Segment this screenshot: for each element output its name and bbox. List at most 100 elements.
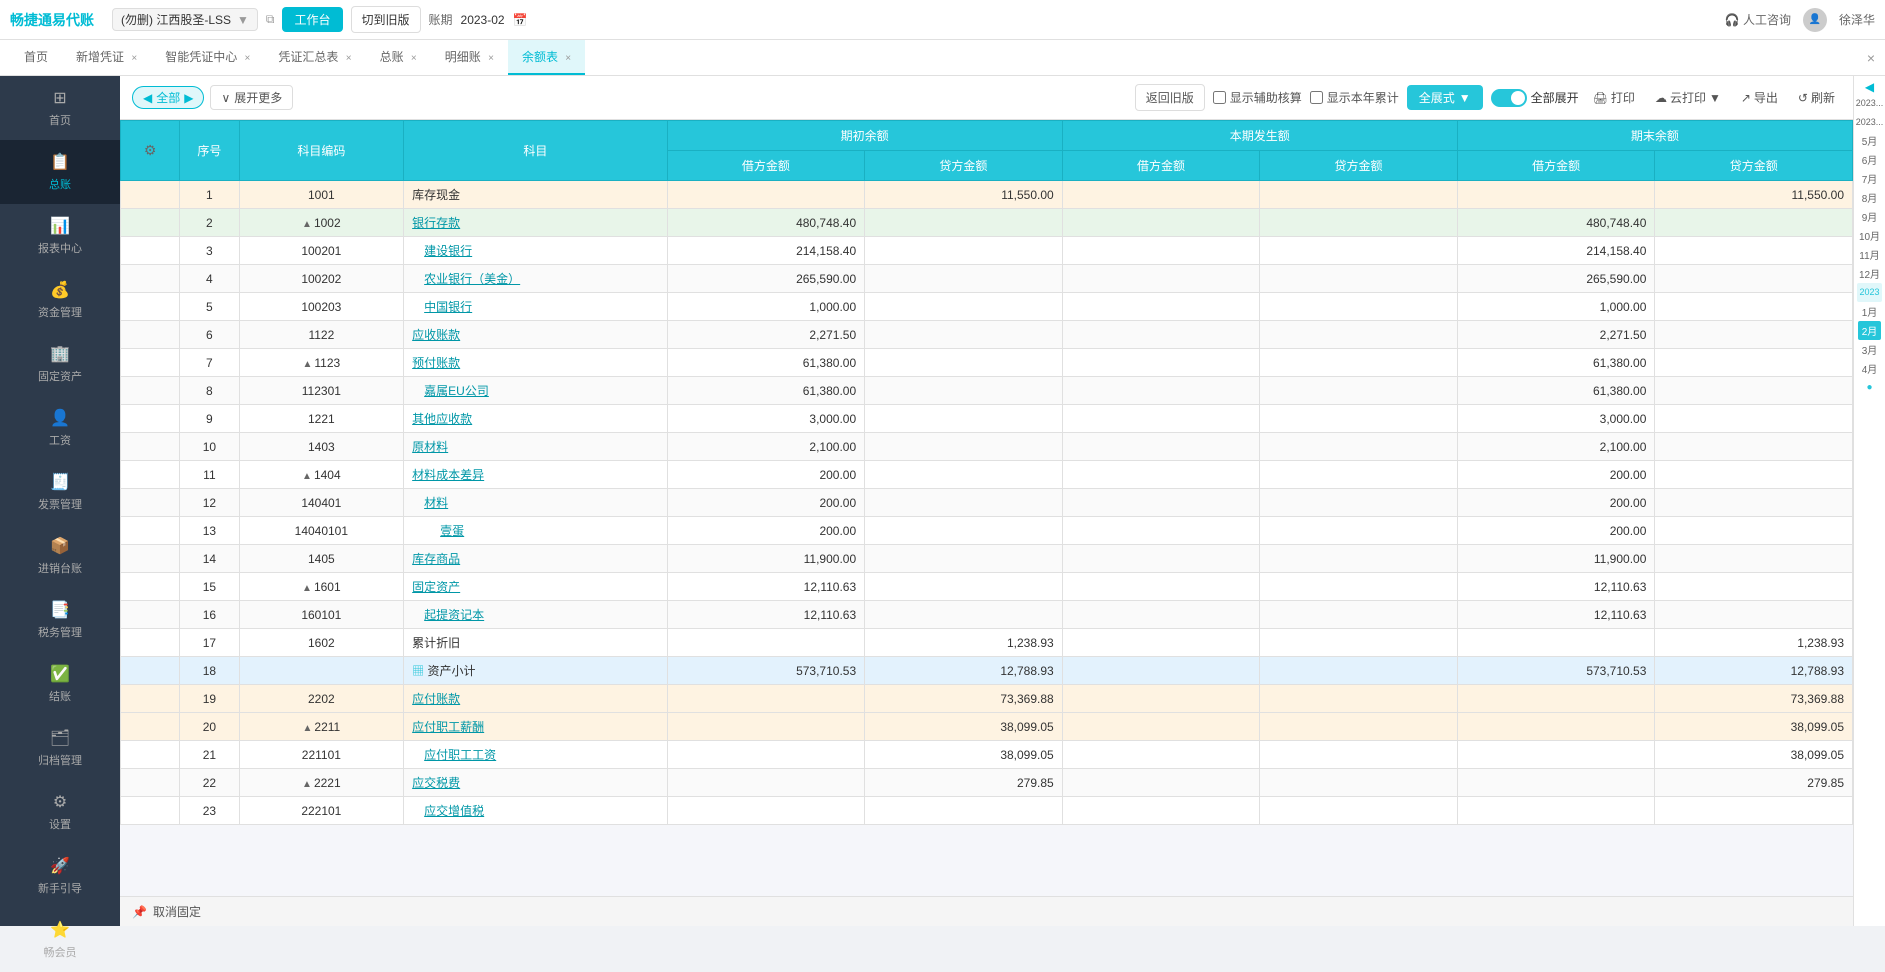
row-name-link[interactable]: 应付职工薪酬 — [412, 720, 484, 734]
sidebar-item-fixed-assets[interactable]: 🏢 固定资产 — [0, 332, 120, 396]
sidebar-item-settings[interactable]: ⚙ 设置 — [0, 780, 120, 844]
row-name[interactable]: 建设银行 — [404, 237, 667, 265]
export-button[interactable]: ↗ 导出 — [1735, 87, 1784, 108]
copy-icon[interactable]: ⧉ — [266, 12, 275, 27]
tab-new-voucher[interactable]: 新增凭证 × — [62, 40, 151, 75]
row-name-link[interactable]: 固定资产 — [412, 580, 460, 594]
expand-row-icon[interactable]: ▲ — [302, 359, 312, 370]
row-name[interactable]: 农业银行（美金） — [404, 265, 667, 293]
right-expand-icon[interactable]: ◀ — [1865, 80, 1874, 94]
month-7[interactable]: 7月 — [1861, 169, 1879, 188]
th-settings[interactable]: ⚙ — [121, 121, 180, 181]
sidebar-item-invoice[interactable]: 🧾 发票管理 — [0, 460, 120, 524]
row-name[interactable]: 银行存款 — [404, 209, 667, 237]
row-name[interactable]: 应付职工薪酬 — [404, 713, 667, 741]
row-name-link[interactable]: 应付职工工资 — [424, 748, 496, 762]
row-name[interactable]: 应交增值税 — [404, 797, 667, 825]
month-9[interactable]: 9月 — [1861, 207, 1879, 226]
row-name-link[interactable]: 应交税费 — [412, 776, 460, 790]
row-name[interactable]: 材料成本差异 — [404, 461, 667, 489]
expand-all-toggle[interactable]: 全部展开 — [1491, 89, 1579, 107]
month-11[interactable]: 11月 — [1858, 245, 1880, 264]
month-4[interactable]: 4月 — [1861, 359, 1879, 378]
row-name[interactable]: 预付账款 — [404, 349, 667, 377]
sidebar-item-general-ledger[interactable]: 📋 总账 — [0, 140, 120, 204]
tab-balance-sheet[interactable]: 余额表 × — [508, 40, 585, 75]
sidebar-item-settlement[interactable]: ✅ 结账 — [0, 652, 120, 716]
close-tab-voucher-summary[interactable]: × — [346, 53, 352, 64]
month-6[interactable]: 6月 — [1861, 150, 1879, 169]
row-name-link[interactable]: 中国银行 — [424, 300, 472, 314]
sidebar-item-salary[interactable]: 👤 工资 — [0, 396, 120, 460]
row-name-link[interactable]: 嘉属EU公司 — [424, 384, 489, 398]
month-8[interactable]: 8月 — [1861, 188, 1879, 207]
row-name[interactable]: 应交税费 — [404, 769, 667, 797]
expand-row-icon[interactable]: ▲ — [302, 723, 312, 734]
row-name-link[interactable]: 银行存款 — [412, 216, 460, 230]
row-name-link[interactable]: 应交增值税 — [424, 804, 484, 818]
expand-row-icon[interactable]: ▲ — [302, 779, 312, 790]
sidebar-item-member[interactable]: ⭐ 畅会员 — [0, 908, 120, 972]
return-old-version-button[interactable]: 返回旧版 — [1135, 84, 1205, 111]
show-ytd-checkbox[interactable]: 显示本年累计 — [1310, 89, 1399, 106]
year-2023-top[interactable]: 2023... — [1854, 94, 1885, 113]
expand-more-button[interactable]: ∨ 展开更多 — [210, 85, 293, 110]
row-name-link[interactable]: 壹蛋 — [440, 524, 464, 538]
show-aux-calc-checkbox[interactable]: 显示辅助核算 — [1213, 89, 1302, 106]
row-name[interactable]: 原材料 — [404, 433, 667, 461]
workbench-button[interactable]: 工作台 — [282, 7, 342, 32]
row-name-link[interactable]: 材料成本差异 — [412, 468, 484, 482]
year-2023-b[interactable]: 2023... — [1854, 113, 1885, 132]
row-name-link[interactable]: 其他应收款 — [412, 412, 472, 426]
row-name[interactable]: 起提资记本 — [404, 601, 667, 629]
avatar[interactable]: 👤 — [1803, 8, 1827, 32]
sidebar-item-tax[interactable]: 📑 税务管理 — [0, 588, 120, 652]
close-tab-smart-voucher[interactable]: × — [245, 53, 251, 64]
tab-voucher-summary[interactable]: 凭证汇总表 × — [264, 40, 365, 75]
human-service-icon[interactable]: 🎧 人工咨询 — [1725, 11, 1791, 28]
expand-row-icon[interactable]: ▲ — [302, 583, 312, 594]
bottom-fixed-bar[interactable]: 📌 取消固定 — [120, 896, 1853, 926]
row-name-link[interactable]: 库存商品 — [412, 552, 460, 566]
full-mode-button[interactable]: 全展式 ▼ — [1407, 85, 1483, 110]
row-name-link[interactable]: 起提资记本 — [424, 608, 484, 622]
cloud-print-button[interactable]: ☁ 云打印 ▼ — [1649, 87, 1727, 108]
right-toggle-icon[interactable]: ● — [1866, 382, 1872, 393]
year-2023-label[interactable]: 2023 — [1857, 283, 1881, 302]
sidebar-item-home[interactable]: ⊞ 首页 — [0, 76, 120, 140]
row-name[interactable]: 壹蛋 — [404, 517, 667, 545]
row-name-link[interactable]: 应付账款 — [412, 692, 460, 706]
row-name[interactable]: 固定资产 — [404, 573, 667, 601]
calendar-icon[interactable]: 📅 — [513, 13, 528, 27]
sidebar-item-funds[interactable]: 💰 资金管理 — [0, 268, 120, 332]
filter-all-tag[interactable]: ◀ 全部 ▶ — [132, 86, 204, 109]
column-settings-icon[interactable]: ⚙ — [144, 142, 157, 158]
sidebar-item-reports[interactable]: 📊 报表中心 — [0, 204, 120, 268]
row-name[interactable]: 材料 — [404, 489, 667, 517]
row-name-link[interactable]: 应收账款 — [412, 328, 460, 342]
sidebar-item-archive[interactable]: 🗂 归档管理 — [0, 716, 120, 780]
row-name-link[interactable]: 材料 — [424, 496, 448, 510]
row-name-link[interactable]: 建设银行 — [424, 244, 472, 258]
row-name[interactable]: 嘉属EU公司 — [404, 377, 667, 405]
row-name[interactable]: 其他应收款 — [404, 405, 667, 433]
close-tab-new-voucher[interactable]: × — [131, 53, 137, 64]
sidebar-item-purchase-sales[interactable]: 📦 进销台账 — [0, 524, 120, 588]
close-all-icon[interactable]: × — [1867, 50, 1875, 66]
month-12[interactable]: 12月 — [1858, 264, 1881, 283]
company-select[interactable]: (勿删) 江西股圣-LSS ▼ — [112, 8, 258, 31]
switch-old-version-button[interactable]: 切到旧版 — [351, 6, 421, 33]
month-1[interactable]: 1月 — [1861, 302, 1879, 321]
close-tab-balance-sheet[interactable]: × — [565, 53, 571, 64]
row-name[interactable]: 中国银行 — [404, 293, 667, 321]
tab-smart-voucher[interactable]: 智能凭证中心 × — [151, 40, 264, 75]
aux-calc-input[interactable] — [1213, 91, 1226, 104]
expand-row-icon[interactable]: ▲ — [302, 471, 312, 482]
row-name[interactable]: 应付账款 — [404, 685, 667, 713]
print-button[interactable]: 🖨 打印 — [1587, 87, 1641, 108]
month-10[interactable]: 10月 — [1858, 226, 1881, 245]
sidebar-item-guide[interactable]: 🚀 新手引导 — [0, 844, 120, 908]
ytd-input[interactable] — [1310, 91, 1323, 104]
refresh-button[interactable]: ↺ 刷新 — [1792, 87, 1841, 108]
close-tab-general-ledger[interactable]: × — [411, 53, 417, 64]
